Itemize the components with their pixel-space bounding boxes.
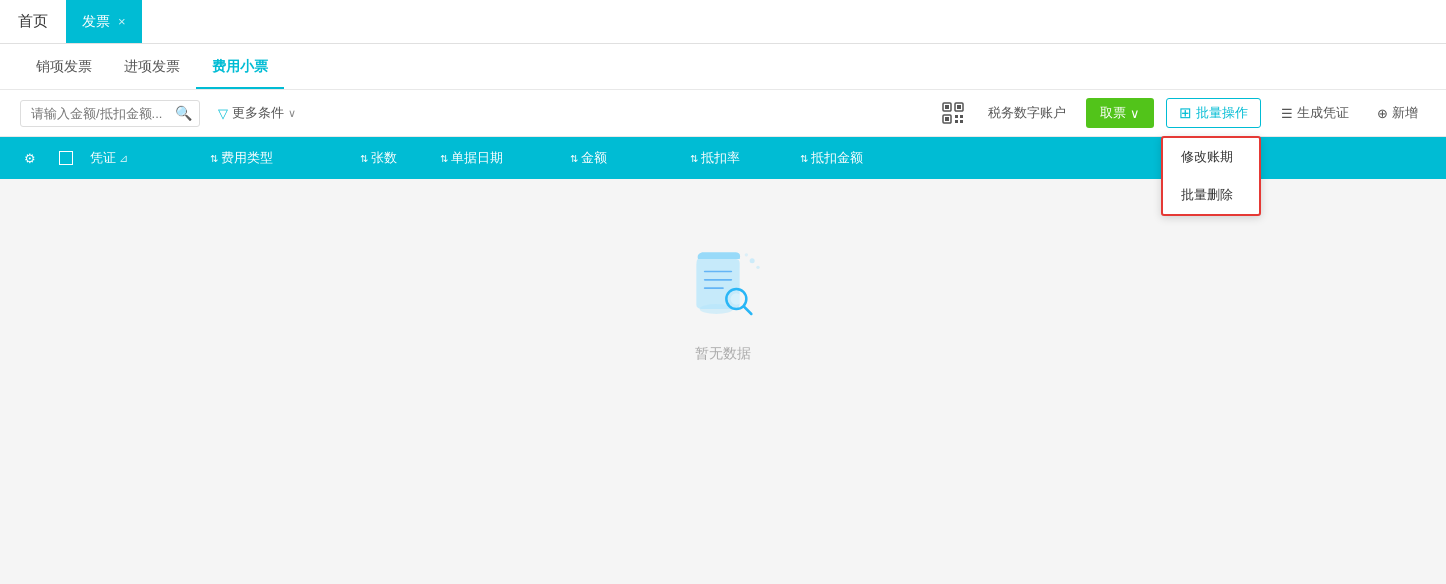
generate-voucher-icon: ☰ (1281, 106, 1293, 121)
add-new-button[interactable]: ⊕ 新增 (1369, 100, 1426, 126)
th-expense-type-sort-icon[interactable]: ⇅ (210, 153, 218, 164)
filter-button[interactable]: ▽ 更多条件 ∨ (210, 100, 304, 126)
filter-chevron-icon: ∨ (288, 107, 296, 120)
svg-rect-7 (960, 115, 963, 118)
generate-voucher-button[interactable]: ☰ 生成凭证 (1273, 100, 1357, 126)
th-deduct-rate: ⇅ 抵扣率 (682, 149, 792, 167)
generate-voucher-label: 生成凭证 (1297, 104, 1349, 122)
svg-rect-1 (945, 105, 949, 109)
take-invoice-button[interactable]: 取票 ∨ (1086, 98, 1154, 128)
subnav-item-sales[interactable]: 销项发票 (20, 44, 108, 89)
svg-point-18 (756, 266, 759, 269)
th-voucher-label: 凭证 (90, 149, 116, 167)
th-voucher-filter-icon[interactable]: ⊿ (119, 152, 128, 165)
filter-icon: ▽ (218, 106, 228, 121)
sub-nav: 销项发票 进项发票 费用小票 (0, 44, 1446, 90)
th-settings: ⚙ (10, 151, 50, 166)
toolbar-left: 🔍 ▽ 更多条件 ∨ (20, 100, 304, 127)
th-date: ⇅ 单据日期 (432, 149, 562, 167)
toolbar-right: 税务数字账户 取票 ∨ ⊞ 批量操作 修改账期 批量删除 ☰ 生成凭证 ⊕ 新增 (938, 98, 1426, 128)
invoice-tab-close-icon[interactable]: × (118, 14, 126, 29)
th-count-sort-icon[interactable]: ⇅ (360, 153, 368, 164)
batch-dropdown-modify-period[interactable]: 修改账期 (1163, 138, 1259, 176)
search-icon[interactable]: 🔍 (175, 105, 192, 121)
search-input[interactable] (20, 100, 200, 127)
svg-rect-9 (960, 120, 963, 123)
th-deduct-rate-label: 抵扣率 (701, 149, 740, 167)
subnav-item-expense[interactable]: 费用小票 (196, 44, 284, 89)
svg-rect-6 (955, 115, 958, 118)
svg-rect-8 (955, 120, 958, 123)
svg-point-15 (731, 293, 743, 305)
th-expense-type-label: 费用类型 (221, 149, 273, 167)
svg-point-19 (745, 253, 748, 256)
th-amount-label: 金额 (581, 149, 607, 167)
batch-ops-button[interactable]: ⊞ 批量操作 (1166, 98, 1261, 128)
th-date-label: 单据日期 (451, 149, 503, 167)
tax-digital-button[interactable]: 税务数字账户 (980, 100, 1074, 126)
th-deduct-amount-label: 抵扣金额 (811, 149, 863, 167)
batch-ops-dropdown: 修改账期 批量删除 (1161, 136, 1261, 216)
th-deduct-amount: ⇅ 抵扣金额 (792, 149, 922, 167)
header-checkbox[interactable] (59, 151, 73, 165)
search-wrap: 🔍 (20, 100, 200, 127)
svg-line-16 (744, 307, 752, 315)
filter-label: 更多条件 (232, 104, 284, 122)
svg-rect-5 (945, 117, 949, 121)
th-checkbox (50, 151, 82, 165)
take-invoice-chevron-icon: ∨ (1130, 106, 1140, 121)
toolbar: 🔍 ▽ 更多条件 ∨ 税务数字账户 取票 ∨ (0, 90, 1446, 137)
svg-point-17 (750, 258, 755, 263)
th-deduct-rate-sort-icon[interactable]: ⇅ (690, 153, 698, 164)
th-count-label: 张数 (371, 149, 397, 167)
qr-icon (942, 102, 964, 124)
add-new-icon: ⊕ (1377, 106, 1388, 121)
invoice-tab-label: 发票 (82, 13, 110, 31)
empty-icon (673, 239, 773, 329)
batch-ops-label: 批量操作 (1196, 104, 1248, 122)
empty-text: 暂无数据 (695, 345, 751, 363)
invoice-tab[interactable]: 发票 × (66, 0, 142, 43)
home-tab[interactable]: 首页 (0, 0, 66, 43)
settings-icon[interactable]: ⚙ (24, 151, 36, 166)
th-expense-type: ⇅ 费用类型 (202, 149, 352, 167)
add-new-label: 新增 (1392, 104, 1418, 122)
th-voucher: 凭证 ⊿ (82, 149, 202, 167)
th-amount-sort-icon[interactable]: ⇅ (570, 153, 578, 164)
th-date-sort-icon[interactable]: ⇅ (440, 153, 448, 164)
th-amount: ⇅ 金额 (562, 149, 682, 167)
top-bar: 首页 发票 × (0, 0, 1446, 44)
batch-dropdown-batch-delete[interactable]: 批量删除 (1163, 176, 1259, 214)
batch-ops-wrap: ⊞ 批量操作 修改账期 批量删除 (1166, 98, 1261, 128)
svg-rect-3 (957, 105, 961, 109)
th-deduct-amount-sort-icon[interactable]: ⇅ (800, 153, 808, 164)
batch-ops-icon: ⊞ (1179, 104, 1192, 122)
take-invoice-label: 取票 (1100, 104, 1126, 122)
th-count: ⇅ 张数 (352, 149, 432, 167)
qr-button[interactable] (938, 98, 968, 128)
subnav-item-input[interactable]: 进项发票 (108, 44, 196, 89)
